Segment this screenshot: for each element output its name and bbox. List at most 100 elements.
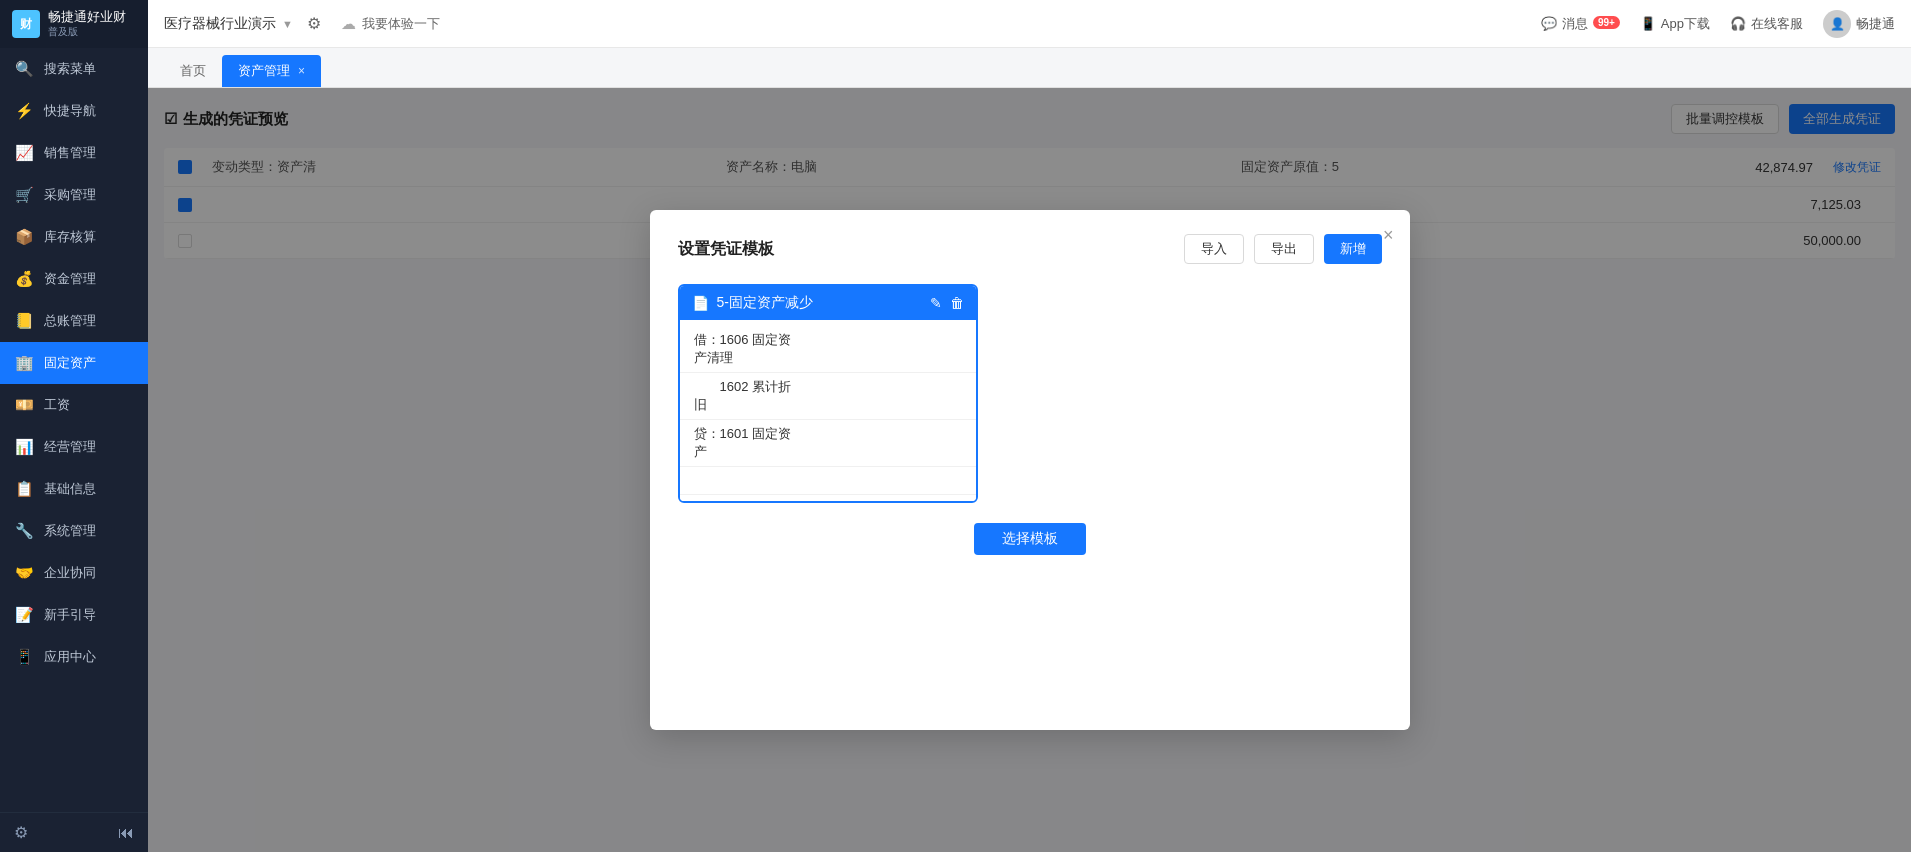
capital-icon: 💰 (14, 269, 34, 289)
experience-btn[interactable]: ☁ 我要体验一下 (341, 15, 440, 33)
sidebar-label-app-center: 应用中心 (44, 648, 96, 666)
collapse-icon[interactable]: ⏮ (118, 824, 134, 842)
sidebar-item-app-center[interactable]: 📱 应用中心 (0, 636, 148, 678)
template-row3-credit (882, 425, 962, 461)
sidebar-label-ledger: 总账管理 (44, 312, 96, 330)
template-edit-icon[interactable]: ✎ (930, 295, 942, 311)
sidebar-item-fixed-assets[interactable]: 🏢 固定资产 (0, 342, 148, 384)
sidebar-item-capital[interactable]: 💰 资金管理 (0, 258, 148, 300)
content-area: ☑ 生成的凭证预览 批量调控模板 全部生成凭证 变动类型：资产清 资产名称：电脑… (148, 88, 1911, 852)
enterprise-icon: 🤝 (14, 563, 34, 583)
sidebar-label-purchase: 采购管理 (44, 186, 96, 204)
message-icon: 💬 (1541, 16, 1557, 31)
app-center-icon: 📱 (14, 647, 34, 667)
messages-badge: 99+ (1593, 16, 1620, 29)
template-id-name: 5-固定资产减少 (717, 294, 813, 312)
messages-label: 消息 (1562, 15, 1588, 33)
tab-asset-management[interactable]: 资产管理 × (222, 55, 321, 87)
app-download-btn[interactable]: 📱 App下载 (1640, 15, 1710, 33)
user-name: 畅捷通 (1856, 15, 1895, 33)
sidebar-item-sales[interactable]: 📈 销售管理 (0, 132, 148, 174)
operations-icon: 📊 (14, 437, 34, 457)
template-doc-icon: 📄 (692, 295, 709, 311)
template-row2-credit (882, 378, 962, 414)
tab-close-icon[interactable]: × (298, 64, 305, 78)
system-icon: 🔧 (14, 521, 34, 541)
template-row1-credit (882, 331, 962, 367)
template-row3-account: 贷：1601 固定资产 (694, 425, 802, 461)
settings-gear-icon[interactable]: ⚙ (307, 14, 321, 33)
modal-header: 设置凭证模板 导入 导出 新增 (678, 234, 1382, 264)
sidebar-item-basic-info[interactable]: 📋 基础信息 (0, 468, 148, 510)
template-row1-debit (802, 331, 882, 367)
template-row2-account: 1602 累计折旧 (694, 378, 802, 414)
download-icon: 📱 (1640, 16, 1656, 31)
quick-nav-icon: ⚡ (14, 101, 34, 121)
settings-icon[interactable]: ⚙ (14, 823, 28, 842)
export-btn[interactable]: 导出 (1254, 234, 1314, 264)
sidebar-label-basic-info: 基础信息 (44, 480, 96, 498)
template-card-actions: ✎ 🗑 (930, 295, 964, 311)
template-row3-debit (802, 425, 882, 461)
sidebar-item-operations[interactable]: 📊 经营管理 (0, 426, 148, 468)
topbar: 医疗器械行业演示 ▼ ⚙ ☁ 我要体验一下 💬 消息 99+ 📱 App下载 🎧… (148, 0, 1911, 48)
sidebar-item-ledger[interactable]: 📒 总账管理 (0, 300, 148, 342)
customer-service-label: 在线客服 (1751, 15, 1803, 33)
cloud-icon: ☁ (341, 15, 356, 33)
messages-btn[interactable]: 💬 消息 99+ (1541, 15, 1620, 33)
sidebar-label-inventory: 库存核算 (44, 228, 96, 246)
import-btn[interactable]: 导入 (1184, 234, 1244, 264)
sidebar-label-capital: 资金管理 (44, 270, 96, 288)
select-template-btn[interactable]: 选择模板 (974, 523, 1086, 555)
user-menu[interactable]: 👤 畅捷通 (1823, 10, 1895, 38)
topbar-right: 💬 消息 99+ 📱 App下载 🎧 在线客服 👤 畅捷通 (1541, 10, 1895, 38)
guide-icon: 📝 (14, 605, 34, 625)
sidebar-label-sales: 销售管理 (44, 144, 96, 162)
sidebar-item-inventory[interactable]: 📦 库存核算 (0, 216, 148, 258)
service-icon: 🎧 (1730, 16, 1746, 31)
logo-icon: 财 (12, 10, 40, 38)
sidebar-item-payroll[interactable]: 💴 工资 (0, 384, 148, 426)
payroll-icon: 💴 (14, 395, 34, 415)
sidebar: 财 畅捷通好业财 普及版 🔍 搜索菜单 ⚡ 快捷导航 📈 销售管理 🛒 采购管理… (0, 0, 148, 852)
sidebar-item-system[interactable]: 🔧 系统管理 (0, 510, 148, 552)
sidebar-logo: 财 畅捷通好业财 普及版 (0, 0, 148, 48)
sales-icon: 📈 (14, 143, 34, 163)
purchase-icon: 🛒 (14, 185, 34, 205)
modal-title: 设置凭证模板 (678, 239, 774, 260)
tabbar: 首页 资产管理 × (148, 48, 1911, 88)
select-template-area: 选择模板 (678, 523, 1382, 555)
modal-overlay: × 设置凭证模板 导入 导出 新增 📄 5-固定资产减少 (148, 88, 1911, 852)
sidebar-bottom: ⚙ ⏮ (0, 812, 148, 852)
company-selector[interactable]: 医疗器械行业演示 ▼ (164, 15, 293, 33)
logo-sub: 普及版 (48, 25, 126, 39)
sidebar-item-purchase[interactable]: 🛒 采购管理 (0, 174, 148, 216)
sidebar-label-search: 搜索菜单 (44, 60, 96, 78)
template-row1-account: 借：1606 固定资产清理 (694, 331, 802, 367)
main-area: 医疗器械行业演示 ▼ ⚙ ☁ 我要体验一下 💬 消息 99+ 📱 App下载 🎧… (148, 0, 1911, 852)
tab-home[interactable]: 首页 (164, 55, 222, 87)
avatar: 👤 (1823, 10, 1851, 38)
company-arrow-icon: ▼ (282, 18, 293, 30)
sidebar-item-guide[interactable]: 📝 新手引导 (0, 594, 148, 636)
sidebar-item-search[interactable]: 🔍 搜索菜单 (0, 48, 148, 90)
sidebar-label-system: 系统管理 (44, 522, 96, 540)
ledger-icon: 📒 (14, 311, 34, 331)
template-delete-icon[interactable]: 🗑 (950, 295, 964, 311)
modal-close-btn[interactable]: × (1383, 226, 1394, 244)
fixed-assets-icon: 🏢 (14, 353, 34, 373)
template-card-header: 📄 5-固定资产减少 ✎ 🗑 (680, 286, 976, 320)
sidebar-item-quick-nav[interactable]: ⚡ 快捷导航 (0, 90, 148, 132)
template-card-body: 借：1606 固定资产清理 1602 累计折旧 贷：1601 固定资产 (680, 320, 976, 501)
sidebar-item-enterprise[interactable]: 🤝 企业协同 (0, 552, 148, 594)
sidebar-label-payroll: 工资 (44, 396, 70, 414)
tab-asset-label: 资产管理 (238, 62, 290, 80)
sidebar-label-quick-nav: 快捷导航 (44, 102, 96, 120)
template-row-1: 借：1606 固定资产清理 (680, 326, 976, 373)
template-row-2: 1602 累计折旧 (680, 373, 976, 420)
sidebar-nav: 🔍 搜索菜单 ⚡ 快捷导航 📈 销售管理 🛒 采购管理 📦 库存核算 💰 资金管… (0, 48, 148, 812)
new-btn[interactable]: 新增 (1324, 234, 1382, 264)
sidebar-label-operations: 经营管理 (44, 438, 96, 456)
app-download-label: App下载 (1661, 15, 1710, 33)
customer-service-btn[interactable]: 🎧 在线客服 (1730, 15, 1803, 33)
